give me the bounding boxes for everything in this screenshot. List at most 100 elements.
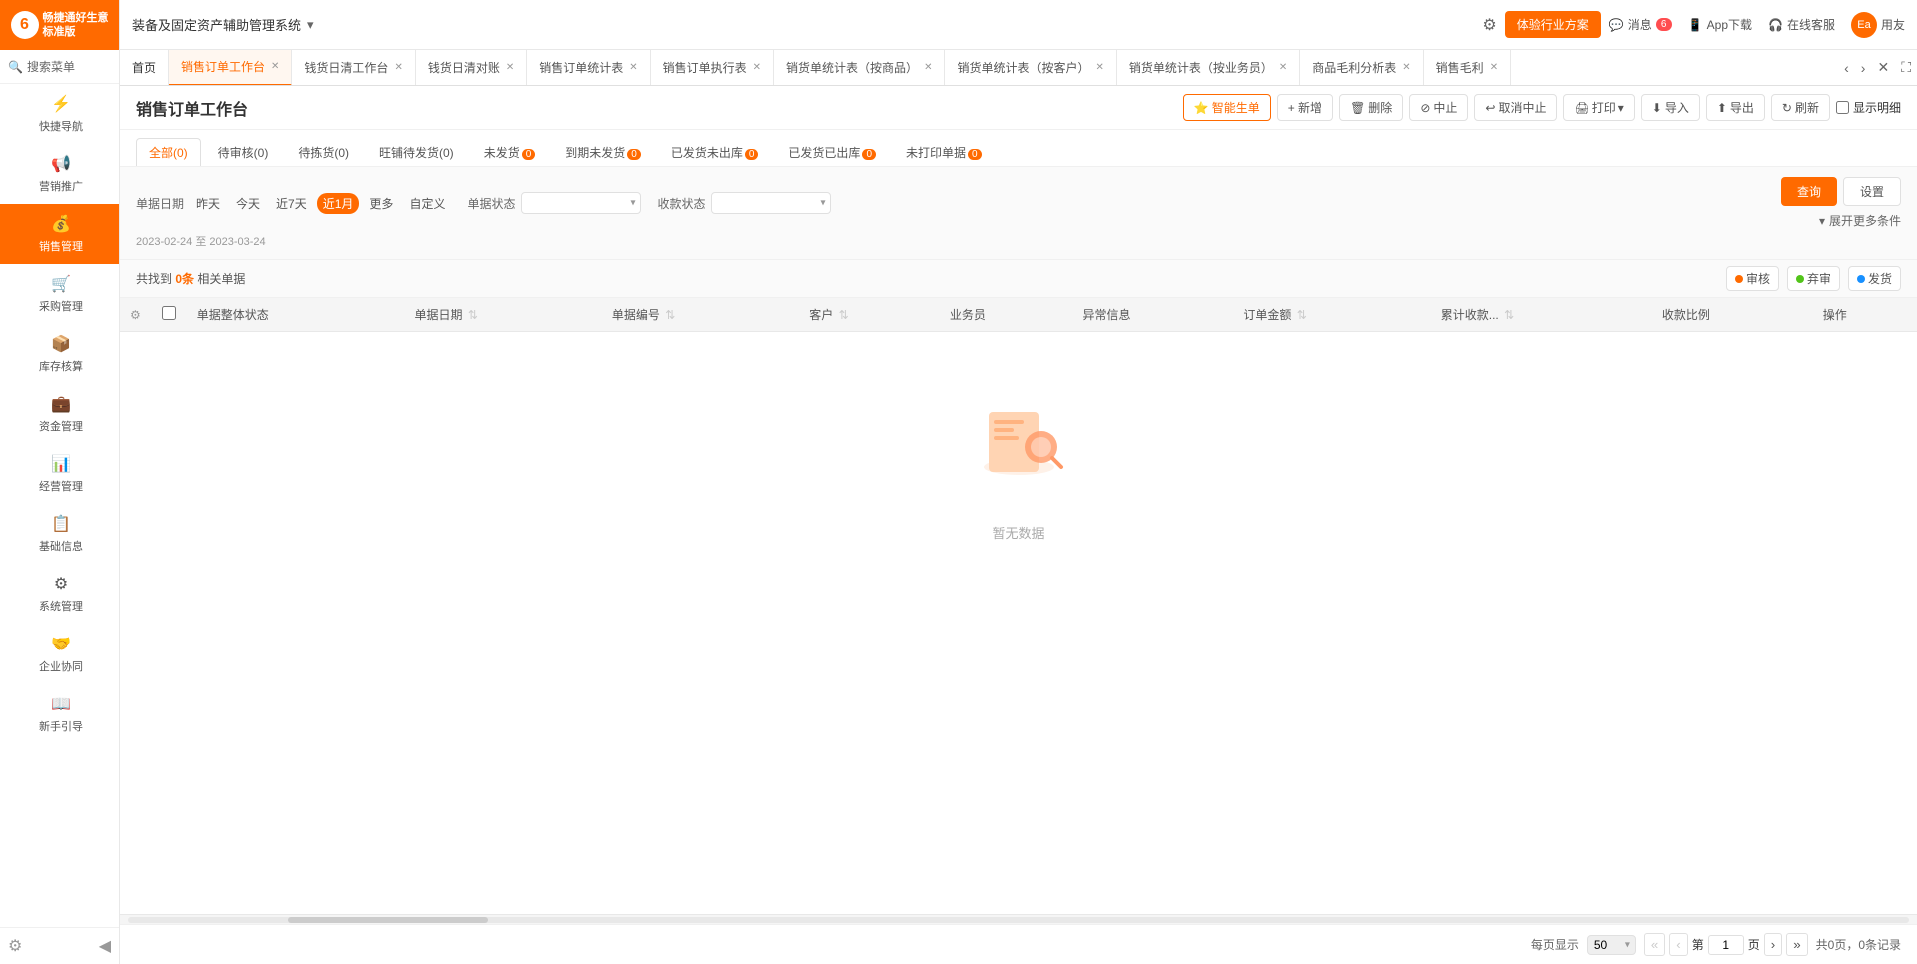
sidebar-item-cooperation[interactable]: 🤝 企业协同 <box>0 624 119 684</box>
sidebar-item-sales[interactable]: 💰 销售管理 <box>0 204 119 264</box>
collapse-icon[interactable]: ◀ <box>99 936 111 956</box>
sidebar-item-marketing[interactable]: 📢 营销推广 <box>0 144 119 204</box>
sub-tab-unshipped[interactable]: 未发货0 <box>471 138 549 166</box>
date-opt-custom[interactable]: 自定义 <box>403 193 451 214</box>
sidebar-item-system[interactable]: ⚙ 系统管理 <box>0 564 119 624</box>
sidebar-item-inventory[interactable]: 📦 库存核算 <box>0 324 119 384</box>
tab-close-sales-stats-customer[interactable]: ✕ <box>1095 62 1103 73</box>
date-opt-more[interactable]: 更多 <box>363 193 399 214</box>
ship-action-button[interactable]: 发货 <box>1848 266 1901 291</box>
sidebar-item-guide[interactable]: 📖 新手引导 <box>0 684 119 744</box>
first-page-button[interactable]: « <box>1644 933 1665 956</box>
tab-cash-daily[interactable]: 钱货日清工作台 ✕ <box>292 50 415 86</box>
tab-scroll-right-button[interactable]: › <box>1855 60 1872 76</box>
code-sort-icon[interactable]: ⇅ <box>665 308 675 322</box>
amount-sort-icon[interactable]: ⇅ <box>1297 308 1307 322</box>
tab-close-cash-reconcile[interactable]: ✕ <box>506 62 514 73</box>
column-settings-icon[interactable]: ⚙ <box>130 308 141 322</box>
app-download-button[interactable]: 📱 App下载 <box>1688 16 1752 33</box>
cancel-stop-button[interactable]: ↩ 取消中止 <box>1474 94 1557 121</box>
tab-sales-profit[interactable]: 销售毛利 ✕ <box>1424 50 1511 86</box>
online-service-button[interactable]: 🎧 在线客服 <box>1768 16 1835 33</box>
prev-page-button[interactable]: ‹ <box>1669 933 1687 956</box>
tab-close-sales-stats-product[interactable]: ✕ <box>924 62 932 73</box>
tab-sales-order-exec[interactable]: 销售订单执行表 ✕ <box>651 50 774 86</box>
tab-extra-controls: ‹ › ✕ ⛶ <box>1838 59 1917 76</box>
sub-tab-shipped-not-out[interactable]: 已发货未出库0 <box>658 138 772 166</box>
status-select[interactable] <box>521 192 641 214</box>
sidebar-item-basic-info[interactable]: 📋 基础信息 <box>0 504 119 564</box>
settings-bottom-icon[interactable]: ⚙ <box>8 936 22 956</box>
purchase-icon: 🛒 <box>51 274 71 294</box>
date-opt-yesterday[interactable]: 昨天 <box>190 193 226 214</box>
sub-tab-unprinted[interactable]: 未打印单据0 <box>893 138 995 166</box>
customer-sort-icon[interactable]: ⇅ <box>839 308 849 322</box>
tab-sales-stats-product[interactable]: 销货单统计表（按商品） ✕ <box>774 50 945 86</box>
new-button[interactable]: + 新增 <box>1277 94 1333 121</box>
system-dropdown-icon[interactable]: ▾ <box>307 17 314 33</box>
sidebar-item-finance[interactable]: 💼 资金管理 <box>0 384 119 444</box>
show-detail-checkbox-label[interactable]: 显示明细 <box>1836 99 1901 116</box>
tab-sales-stats-staff[interactable]: 销货单统计表（按业务员） ✕ <box>1117 50 1300 86</box>
print-button[interactable]: 🖨 打印 ▾ <box>1563 94 1634 121</box>
page-number-input[interactable] <box>1708 935 1744 955</box>
sidebar-item-purchase[interactable]: 🛒 采购管理 <box>0 264 119 324</box>
filter-row: 单据日期 昨天 今天 近7天 近1月 更多 自定义 单据状态 <box>136 177 1901 229</box>
stop-icon: ⊘ <box>1420 101 1430 115</box>
tab-close-product-margin[interactable]: ✕ <box>1402 62 1410 73</box>
tab-close-sales-profit[interactable]: ✕ <box>1490 62 1498 73</box>
scrollbar-thumb[interactable] <box>288 917 488 923</box>
date-opt-1month[interactable]: 近1月 <box>317 193 360 214</box>
tab-sales-order-workbench[interactable]: 销售订单工作台 ✕ <box>169 50 292 86</box>
tab-product-margin[interactable]: 商品毛利分析表 ✕ <box>1300 50 1423 86</box>
tab-close-sales-order-stats[interactable]: ✕ <box>629 62 637 73</box>
next-page-button[interactable]: › <box>1764 933 1782 956</box>
sidebar-item-operations[interactable]: 📊 经营管理 <box>0 444 119 504</box>
payment-select[interactable] <box>711 192 831 214</box>
date-sort-icon[interactable]: ⇅ <box>468 308 478 322</box>
sub-tab-pending-inspect[interactable]: 待拣货(0) <box>285 138 362 166</box>
accumulated-sort-icon[interactable]: ⇅ <box>1504 308 1514 322</box>
page-size-select[interactable]: 10 20 50 100 <box>1587 935 1636 955</box>
tab-close-sales-order-workbench[interactable]: ✕ <box>271 61 279 72</box>
tab-close-all-button[interactable]: ✕ <box>1871 59 1895 76</box>
select-all-checkbox[interactable] <box>162 306 176 320</box>
cancel-review-action-button[interactable]: 弃审 <box>1787 266 1840 291</box>
stop-button[interactable]: ⊘ 中止 <box>1409 94 1468 121</box>
last-page-button[interactable]: » <box>1786 933 1807 956</box>
delete-button[interactable]: 🗑 删除 <box>1339 94 1403 121</box>
tab-maximize-button[interactable]: ⛶ <box>1895 59 1917 76</box>
review-action-button[interactable]: 审核 <box>1726 266 1779 291</box>
sub-tab-wangpu[interactable]: 旺铺待发货(0) <box>366 138 467 166</box>
sub-tab-pending-review[interactable]: 待审核(0) <box>205 138 282 166</box>
tab-close-cash-daily[interactable]: ✕ <box>394 62 402 73</box>
page-title: 销售订单工作台 <box>136 96 248 120</box>
export-button[interactable]: ⬆ 导出 <box>1706 94 1765 121</box>
query-button[interactable]: 查询 <box>1781 177 1837 206</box>
sidebar-search[interactable]: 🔍 搜索菜单 <box>0 50 119 84</box>
tab-cash-reconcile[interactable]: 钱货日清对账 ✕ <box>416 50 527 86</box>
tab-sales-stats-customer[interactable]: 销货单统计表（按客户） ✕ <box>945 50 1116 86</box>
message-button[interactable]: 💬 消息 6 <box>1609 16 1672 33</box>
industry-solution-button[interactable]: 体验行业方案 <box>1505 11 1601 38</box>
tab-close-sales-stats-staff[interactable]: ✕ <box>1279 62 1287 73</box>
filter-settings-button[interactable]: 设置 <box>1843 177 1901 206</box>
tab-close-sales-order-exec[interactable]: ✕ <box>753 62 761 73</box>
user-menu-button[interactable]: Ea 用友 <box>1851 12 1905 38</box>
sub-tab-shipped-out[interactable]: 已发货已出库0 <box>775 138 889 166</box>
tab-scroll-left-button[interactable]: ‹ <box>1838 60 1855 76</box>
settings-header-icon[interactable]: ⚙ <box>1482 15 1496 35</box>
date-opt-today[interactable]: 今天 <box>230 193 266 214</box>
date-opt-7days[interactable]: 近7天 <box>270 193 313 214</box>
tab-sales-order-stats[interactable]: 销售订单统计表 ✕ <box>527 50 650 86</box>
horizontal-scrollbar[interactable] <box>120 914 1917 924</box>
sidebar-item-quick-nav[interactable]: ⚡ 快捷导航 <box>0 84 119 144</box>
show-detail-checkbox[interactable] <box>1836 101 1849 114</box>
refresh-button[interactable]: ↻ 刷新 <box>1771 94 1830 121</box>
tab-home[interactable]: 首页 <box>120 50 169 86</box>
sub-tab-all[interactable]: 全部(0) <box>136 138 201 166</box>
import-button[interactable]: ⬇ 导入 <box>1641 94 1700 121</box>
smart-create-button[interactable]: ⭐ 智能生单 <box>1183 94 1271 121</box>
sub-tab-overdue-unshipped[interactable]: 到期未发货0 <box>552 138 654 166</box>
expand-filter-button[interactable]: ▾ 展开更多条件 <box>1819 212 1901 229</box>
